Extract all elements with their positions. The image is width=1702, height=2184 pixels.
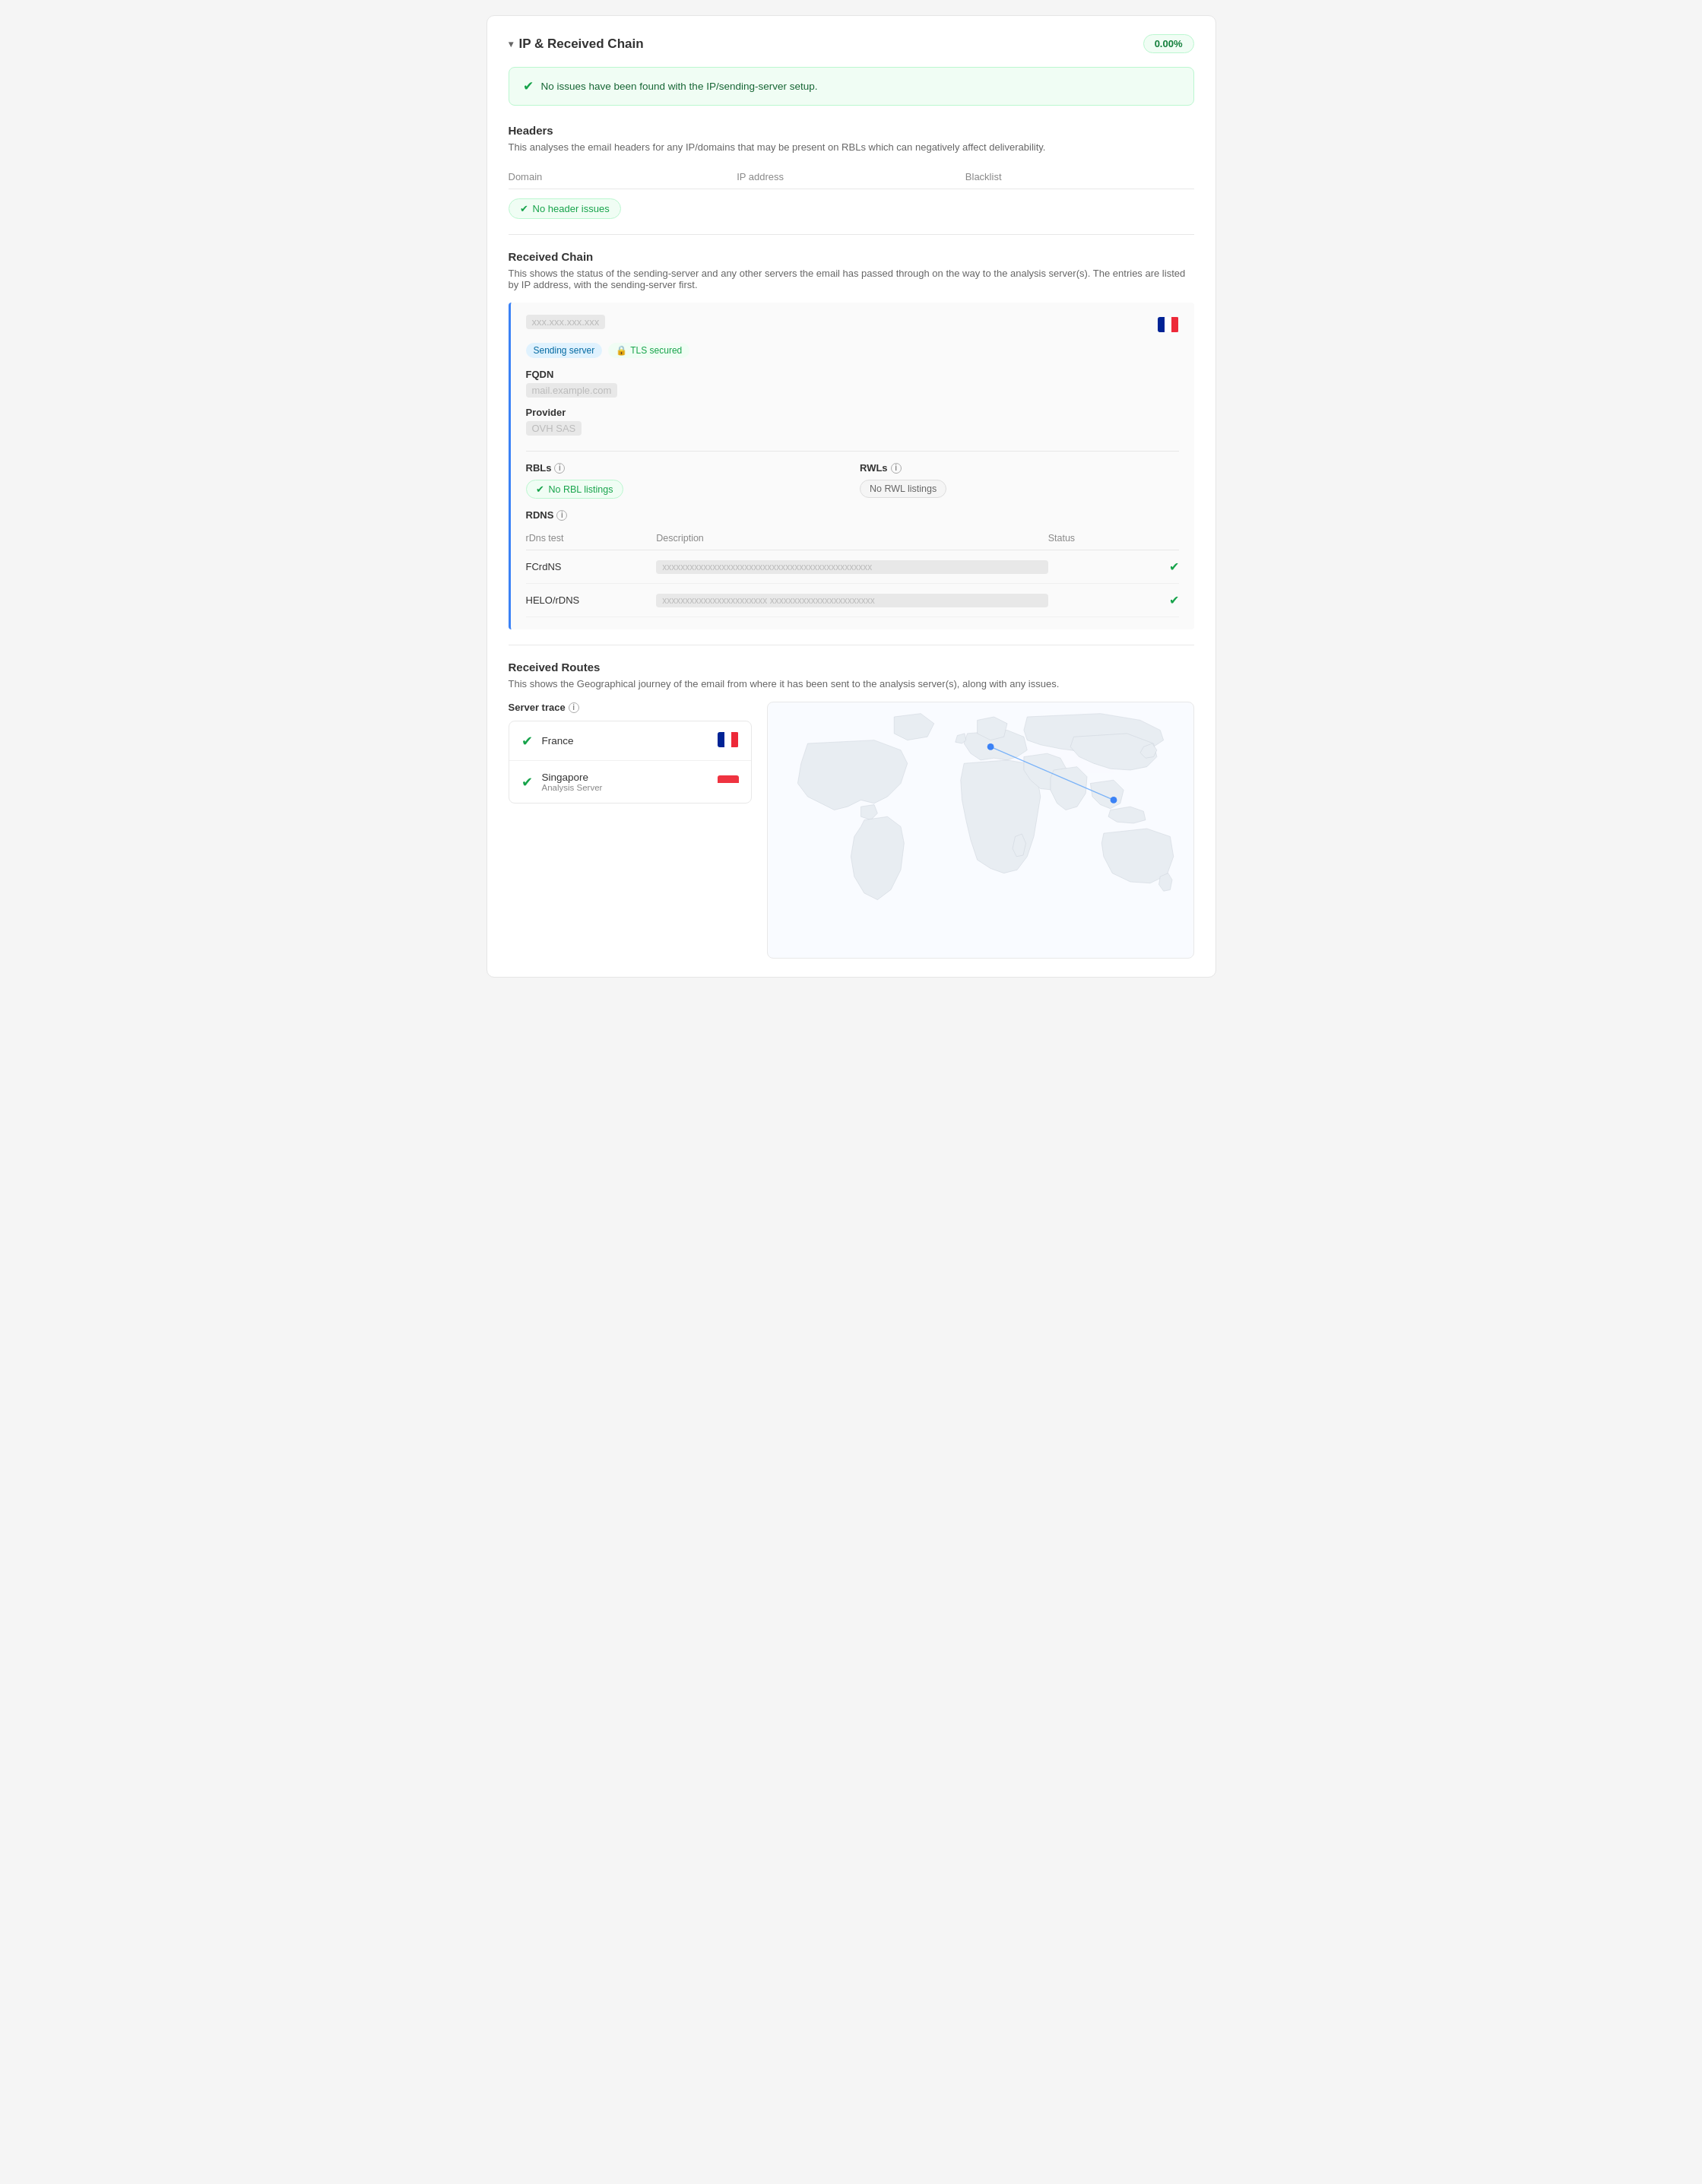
card-title: ▾ IP & Received Chain — [509, 36, 644, 52]
rbl-rwl-row: RBLs i ✔ No RBL listings RWLs i No RWL l… — [526, 451, 1179, 499]
no-rwl-badge: No RWL listings — [860, 480, 946, 498]
title-text: IP & Received Chain — [519, 36, 644, 52]
col-domain: Domain — [509, 171, 737, 182]
received-chain-desc: This shows the status of the sending-ser… — [509, 268, 1194, 290]
provider-label: Provider — [526, 407, 1179, 418]
received-chain-section: Received Chain This shows the status of … — [509, 250, 1194, 629]
tls-label: TLS secured — [630, 345, 682, 356]
france-flag-trace — [718, 732, 739, 750]
trace-country-name-france: France — [542, 735, 708, 746]
no-issues-check-icon: ✔ — [520, 203, 528, 214]
chevron-down-icon[interactable]: ▾ — [509, 39, 513, 49]
received-chain-title: Received Chain — [509, 250, 1194, 263]
divider-1 — [509, 234, 1194, 235]
trace-country-singapore: Singapore Analysis Server — [542, 772, 708, 792]
alert-text: No issues have been found with the IP/se… — [541, 81, 818, 92]
no-issues-badge: ✔ No header issues — [509, 198, 621, 219]
routes-title: Received Routes — [509, 661, 1194, 674]
rdns-info-icon[interactable]: i — [556, 510, 567, 521]
provider-value: OVH SAS — [526, 421, 582, 436]
check-circle-icon: ✔ — [523, 78, 534, 94]
singapore-dot — [1110, 797, 1117, 804]
headers-table-header: Domain IP address Blacklist — [509, 165, 1194, 189]
trace-sublabel-singapore: Analysis Server — [542, 783, 708, 792]
rbl-section: RBLs i ✔ No RBL listings — [526, 462, 845, 499]
lock-icon: 🔒 — [616, 345, 627, 356]
sending-server-badge: Sending server — [526, 343, 603, 358]
server-trace-label: Server trace i — [509, 702, 752, 713]
server-trace-panel: Server trace i ✔ France — [509, 702, 752, 959]
no-rbl-badge: ✔ No RBL listings — [526, 480, 623, 499]
rdns-desc-fcrdns: xxxxxxxxxxxxxxxxxxxxxxxxxxxxxxxxxxxxxxxx… — [656, 560, 1048, 574]
rdns-row-helo: HELO/rDNS xxxxxxxxxxxxxxxxxxxxxxx xxxxxx… — [526, 584, 1179, 617]
success-alert: ✔ No issues have been found with the IP/… — [509, 67, 1194, 106]
server-trace-info-icon[interactable]: i — [569, 702, 579, 713]
received-routes-section: Received Routes This shows the Geographi… — [509, 661, 1194, 959]
no-rbl-label: No RBL listings — [549, 484, 613, 495]
rwl-section: RWLs i No RWL listings — [860, 462, 1179, 499]
rdns-table-header: rDns test Description Status — [526, 527, 1179, 550]
trace-row-singapore: ✔ Singapore Analysis Server — [509, 761, 751, 803]
trace-check-france: ✔ — [521, 733, 533, 750]
rdns-label: RDNS i — [526, 509, 1179, 521]
headers-title: Headers — [509, 124, 1194, 137]
fqdn-label: FQDN — [526, 369, 1179, 380]
rdns-section: RDNS i rDns test Description Status FCrd… — [526, 509, 1179, 617]
no-rwl-label: No RWL listings — [870, 483, 937, 494]
headers-desc: This analyses the email headers for any … — [509, 141, 1194, 153]
rdns-row-fcrdns: FCrdNS xxxxxxxxxxxxxxxxxxxxxxxxxxxxxxxxx… — [526, 550, 1179, 584]
fqdn-value: mail.example.com — [526, 383, 618, 398]
trace-check-singapore: ✔ — [521, 774, 533, 791]
rbl-label: RBLs i — [526, 462, 845, 474]
world-map-container — [767, 702, 1194, 959]
rwl-info-icon[interactable]: i — [891, 463, 902, 474]
singapore-flag-trace — [718, 773, 739, 791]
rdns-col-test: rDns test — [526, 533, 657, 544]
trace-row-france: ✔ France — [509, 721, 751, 761]
trace-country-name-singapore: Singapore — [542, 772, 708, 783]
chain-server-box: xxx.xxx.xxx.xxx Sending server 🔒 TLS sec… — [509, 303, 1194, 629]
no-issues-label: No header issues — [533, 203, 610, 214]
rdns-status-fcrdns: ✔ — [1048, 559, 1179, 574]
rbl-info-icon[interactable]: i — [554, 463, 565, 474]
world-map-svg — [768, 702, 1193, 958]
col-blacklist: Blacklist — [965, 171, 1194, 182]
rdns-col-status: Status — [1048, 533, 1179, 544]
routes-desc: This shows the Geographical journey of t… — [509, 678, 1194, 689]
tls-badge: 🔒 TLS secured — [608, 343, 689, 358]
server-trace-area: Server trace i ✔ France — [509, 702, 1194, 959]
rwl-label: RWLs i — [860, 462, 1179, 474]
rdns-desc-helo: xxxxxxxxxxxxxxxxxxxxxxx xxxxxxxxxxxxxxxx… — [656, 594, 1048, 607]
main-card: ▾ IP & Received Chain 0.00% ✔ No issues … — [487, 15, 1216, 978]
score-badge: 0.00% — [1143, 34, 1194, 53]
rdns-test-fcrdns: FCrdNS — [526, 561, 657, 572]
rbl-check-icon: ✔ — [536, 483, 544, 495]
chain-header-row: xxx.xxx.xxx.xxx — [526, 315, 1179, 337]
france-dot — [987, 743, 994, 750]
col-ip: IP address — [737, 171, 965, 182]
headers-section: Headers This analyses the email headers … — [509, 124, 1194, 219]
rdns-col-desc: Description — [656, 533, 1048, 544]
trace-country-france: France — [542, 735, 708, 746]
server-ip: xxx.xxx.xxx.xxx — [526, 315, 606, 329]
france-flag — [1158, 317, 1179, 334]
rdns-status-helo: ✔ — [1048, 593, 1179, 607]
card-header: ▾ IP & Received Chain 0.00% — [509, 34, 1194, 53]
trace-list: ✔ France — [509, 721, 752, 804]
badges-row: Sending server 🔒 TLS secured — [526, 343, 1179, 358]
rdns-test-helo: HELO/rDNS — [526, 594, 657, 606]
